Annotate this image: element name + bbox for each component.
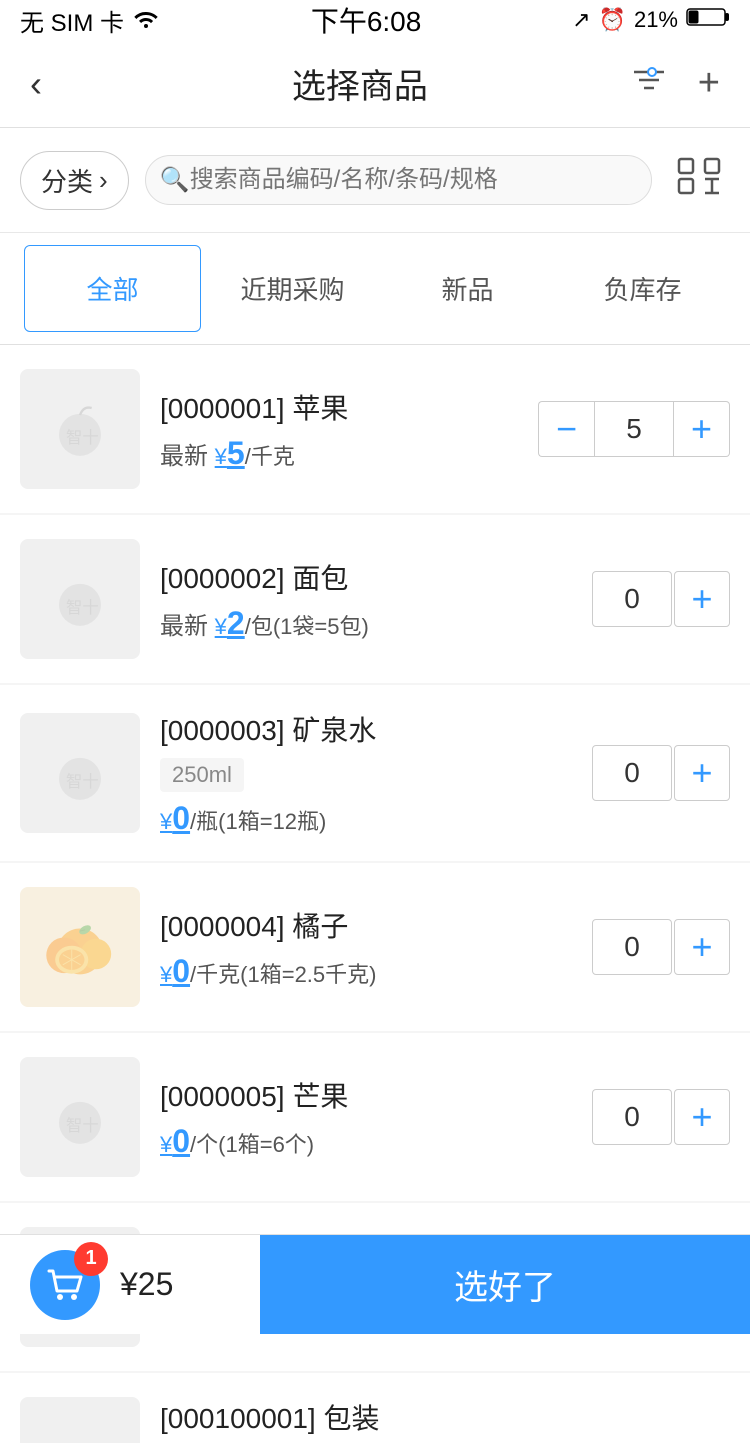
product-info: [0000002] 面包 最新 ¥2/包(1袋=5包) (160, 557, 572, 642)
product-info: [0000001] 苹果 最新 ¥5/千克 (160, 387, 518, 472)
product-name: [0000002] 面包 (160, 557, 572, 597)
category-label: 分类 (41, 162, 93, 199)
quantity-control: + (592, 571, 730, 627)
quantity-input[interactable] (594, 401, 674, 457)
filter-bar: 分类 › 🔍 (0, 128, 750, 233)
quantity-input[interactable] (592, 1089, 672, 1145)
category-chevron: › (99, 165, 108, 196)
quantity-control: + (592, 1089, 730, 1145)
svg-text:智十: 智十 (66, 599, 99, 617)
tab-recent[interactable]: 近期采购 (205, 246, 380, 331)
product-name: [0000001] 苹果 (160, 387, 518, 427)
product-name: [0000004] 橘子 (160, 905, 572, 945)
product-image-orange (20, 887, 140, 1007)
quantity-decrease-button[interactable]: − (538, 401, 594, 457)
battery-icon (686, 6, 730, 34)
quantity-input[interactable] (592, 745, 672, 801)
product-name: [0000005] 芒果 (160, 1075, 572, 1115)
quantity-input[interactable] (592, 571, 672, 627)
quantity-increase-button[interactable]: + (674, 1089, 730, 1145)
cart-badge: 1 (74, 1242, 108, 1276)
tab-negative[interactable]: 负库存 (555, 246, 730, 331)
svg-text:智十: 智十 (66, 773, 99, 791)
page-title: 选择商品 (292, 59, 428, 108)
product-item: 智十 [0000001] 苹果 最新 ¥5/千克 − + (0, 345, 750, 513)
product-image (20, 1397, 140, 1443)
quantity-increase-button[interactable]: + (674, 401, 730, 457)
product-image: 智十 (20, 369, 140, 489)
category-button[interactable]: 分类 › (20, 151, 129, 210)
battery-level: 21% (634, 7, 678, 33)
location-icon: ↗ (572, 7, 590, 33)
product-item: 智十 [0000002] 面包 最新 ¥2/包(1袋=5包) + (0, 515, 750, 683)
quantity-increase-button[interactable]: + (674, 745, 730, 801)
product-name: [0000003] 矿泉水 (160, 709, 572, 749)
quantity-control: + (592, 745, 730, 801)
quantity-control: − + (538, 401, 730, 457)
status-bar: 无 SIM 卡 下午6:08 ↗ ⏰ 21% (0, 0, 750, 40)
product-item: [0000004] 橘子 ¥0/千克(1箱=2.5千克) + (0, 863, 750, 1031)
product-spec: 250ml (160, 758, 244, 792)
scan-icon[interactable] (668, 148, 730, 212)
product-image: 智十 (20, 713, 140, 833)
product-price: ¥0/个(1箱=6个) (160, 1123, 572, 1160)
search-magnifier-icon: 🔍 (160, 166, 190, 195)
svg-text:智十: 智十 (66, 429, 99, 447)
product-price: ¥0/瓶(1箱=12瓶) (160, 800, 572, 837)
product-image: 智十 (20, 1057, 140, 1177)
product-price: 最新 ¥2/包(1袋=5包) (160, 605, 572, 642)
nav-bar: ‹ 选择商品 + (0, 40, 750, 128)
status-right: ↗ ⏰ 21% (572, 6, 730, 34)
sim-status: 无 SIM 卡 (20, 3, 124, 38)
product-info: [0000005] 芒果 ¥0/个(1箱=6个) (160, 1075, 572, 1160)
product-image: 智十 (20, 539, 140, 659)
cart-icon-wrap[interactable]: 1 (30, 1250, 100, 1320)
filter-icon[interactable] (630, 64, 668, 104)
search-container: 🔍 (145, 155, 652, 205)
cart-total: ¥25 (120, 1266, 173, 1303)
tab-all[interactable]: 全部 (24, 245, 201, 332)
tab-bar: 全部 近期采购 新品 负库存 (0, 233, 750, 345)
status-time: 下午6:08 (311, 0, 422, 40)
product-item-partial: [000100001] 包装 (0, 1373, 750, 1443)
bottom-bar: 1 ¥25 选好了 (0, 1234, 750, 1334)
product-name: [000100001] 包装 (160, 1397, 730, 1437)
product-info: [000100001] 包装 (160, 1397, 730, 1443)
wifi-icon (132, 6, 160, 35)
quantity-input[interactable] (592, 919, 672, 975)
quantity-increase-button[interactable]: + (674, 571, 730, 627)
tab-new[interactable]: 新品 (380, 246, 555, 331)
alarm-icon: ⏰ (599, 7, 626, 33)
product-info: [0000004] 橘子 ¥0/千克(1箱=2.5千克) (160, 905, 572, 990)
back-button[interactable]: ‹ (30, 63, 90, 105)
product-price: ¥0/千克(1箱=2.5千克) (160, 953, 572, 990)
quantity-increase-button[interactable]: + (674, 919, 730, 975)
nav-actions: + (630, 62, 720, 105)
product-price: 最新 ¥5/千克 (160, 435, 518, 472)
product-info: [0000003] 矿泉水 250ml ¥0/瓶(1箱=12瓶) (160, 709, 572, 837)
search-input[interactable] (190, 166, 631, 194)
product-item: 智十 [0000003] 矿泉水 250ml ¥0/瓶(1箱=12瓶) + (0, 685, 750, 861)
svg-text:智十: 智十 (66, 1117, 99, 1135)
status-left: 无 SIM 卡 (20, 3, 160, 38)
add-icon[interactable]: + (698, 62, 720, 105)
confirm-button[interactable]: 选好了 (260, 1235, 750, 1334)
product-item: 智十 [0000005] 芒果 ¥0/个(1箱=6个) + (0, 1033, 750, 1201)
cart-section: 1 ¥25 (0, 1250, 260, 1320)
quantity-control: + (592, 919, 730, 975)
